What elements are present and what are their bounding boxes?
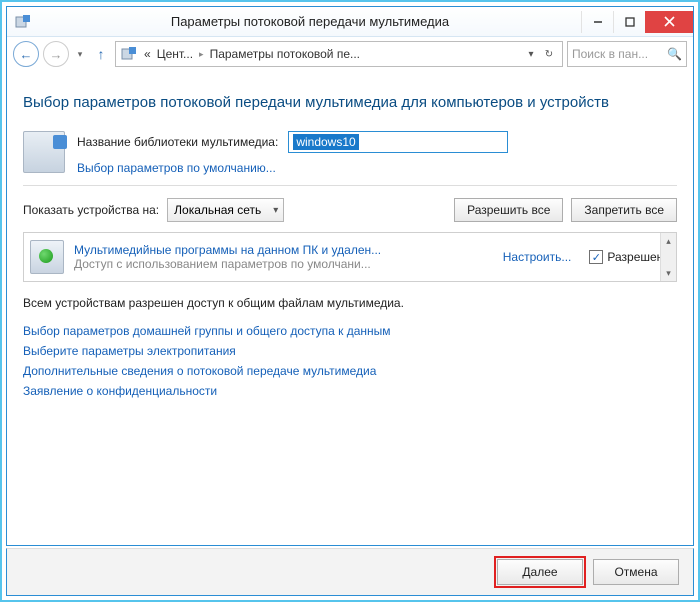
default-settings-link[interactable]: Выбор параметров по умолчанию... (77, 161, 276, 175)
chevron-right-icon: ▸ (199, 49, 204, 60)
search-placeholder: Поиск в пан... (572, 47, 667, 61)
page-heading: Выбор параметров потоковой передачи муль… (23, 93, 677, 113)
customize-link[interactable]: Настроить... (503, 250, 572, 264)
device-subtitle: Доступ с использованием параметров по ум… (74, 257, 493, 271)
cancel-button[interactable]: Отмена (593, 559, 679, 585)
network-select[interactable]: Локальная сеть (167, 198, 284, 222)
app-icon (13, 14, 33, 30)
nav-up-button[interactable]: ↑ (91, 46, 111, 62)
streaming-info-link[interactable]: Дополнительные сведения о потоковой пере… (23, 364, 677, 378)
search-icon[interactable]: 🔍 (667, 47, 682, 61)
homegroup-link[interactable]: Выбор параметров домашней группы и общег… (23, 324, 677, 338)
library-name-label: Название библиотеки мультимедиа: (77, 135, 278, 149)
library-name-input[interactable]: windows10 (288, 131, 508, 153)
library-icon (23, 131, 65, 173)
breadcrumb-segment[interactable]: Параметры потоковой пе... (210, 47, 360, 61)
breadcrumb-prefix: « (144, 47, 151, 61)
scroll-up-icon[interactable]: ▴ (661, 233, 676, 249)
search-input[interactable]: Поиск в пан... 🔍 (567, 41, 687, 67)
minimize-button[interactable] (581, 11, 613, 33)
divider (23, 185, 677, 186)
status-text: Всем устройствам разрешен доступ к общим… (23, 296, 677, 310)
window-title: Параметры потоковой передачи мультимедиа (39, 14, 581, 29)
nav-forward-button[interactable]: → (43, 41, 69, 67)
nav-back-button[interactable]: ← (13, 41, 39, 67)
nav-history-dropdown[interactable]: ▾ (73, 49, 87, 60)
maximize-button[interactable] (613, 11, 645, 33)
device-icon (30, 240, 64, 274)
close-button[interactable] (645, 11, 693, 33)
next-button[interactable]: Далее (497, 559, 583, 585)
scroll-down-icon[interactable]: ▾ (661, 265, 676, 281)
allow-all-button[interactable]: Разрешить все (454, 198, 563, 222)
privacy-link[interactable]: Заявление о конфиденциальности (23, 384, 677, 398)
refresh-icon[interactable]: ↻ (540, 49, 558, 60)
scrollbar[interactable]: ▴ ▾ (660, 233, 676, 281)
allowed-checkbox[interactable]: ✓ (589, 250, 603, 264)
power-options-link[interactable]: Выберите параметры электропитания (23, 344, 677, 358)
show-devices-label: Показать устройства на: (23, 203, 159, 217)
library-name-value: windows10 (293, 134, 358, 150)
scroll-track[interactable] (661, 249, 676, 265)
device-title: Мультимедийные программы на данном ПК и … (74, 243, 493, 257)
block-all-button[interactable]: Запретить все (571, 198, 677, 222)
address-bar[interactable]: « Цент... ▸ Параметры потоковой пе... ▾ … (115, 41, 563, 67)
address-dropdown-icon[interactable]: ▾ (522, 49, 540, 60)
breadcrumb-segment[interactable]: Цент... (157, 47, 193, 61)
device-row: Мультимедийные программы на данном ПК и … (23, 232, 677, 282)
location-icon (120, 46, 138, 62)
